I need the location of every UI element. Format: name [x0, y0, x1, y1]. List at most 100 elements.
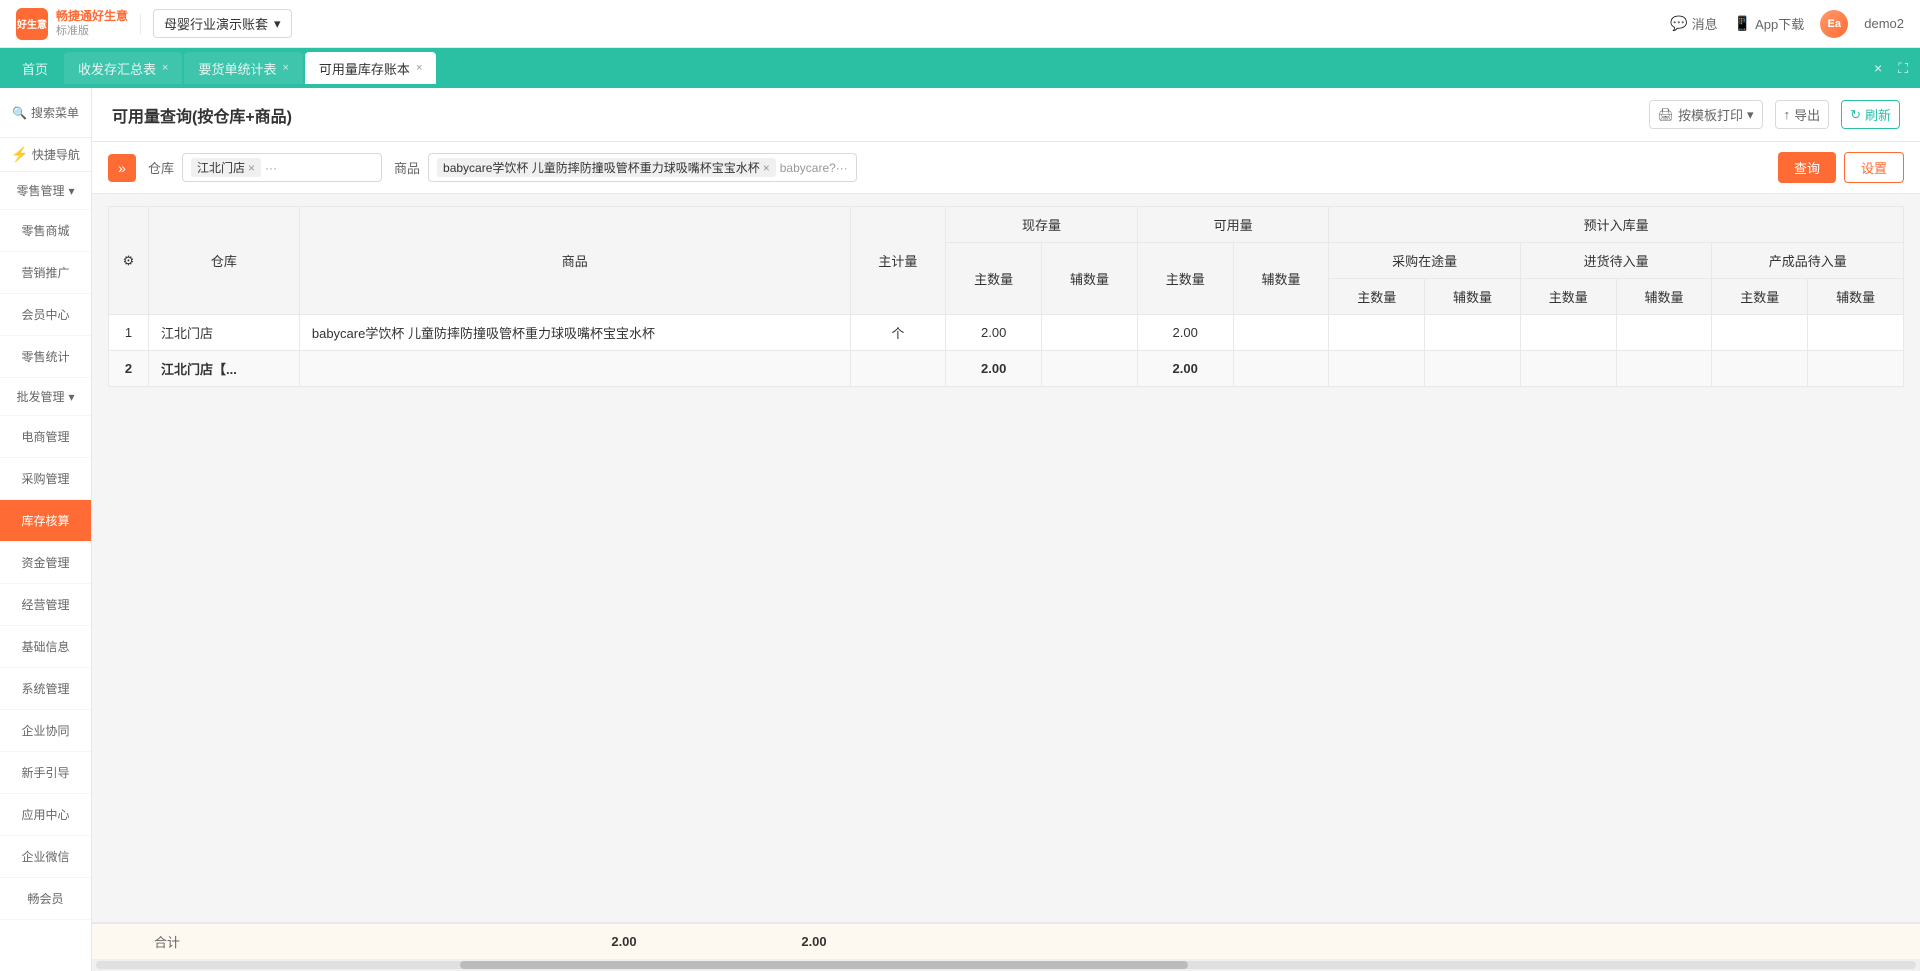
sidebar-item-member-center[interactable]: 会员中心	[0, 294, 91, 336]
tab-collect-pay-label: 收发存汇总表	[78, 59, 156, 78]
col-header-current-main-qty: 主数量	[946, 243, 1042, 315]
tab-available-stock[interactable]: 可用量库存账本	[305, 52, 436, 84]
sidebar-item-finance-mgmt[interactable]: 资金管理	[0, 542, 91, 584]
print-label: 按模板打印	[1678, 105, 1743, 124]
product-filter-input[interactable]: babycare学饮杯 儿童防摔防撞吸管杯重力球吸嘴杯宝宝水杯 × babyca…	[428, 153, 857, 182]
app-download-label: App下载	[1755, 14, 1804, 33]
scroll-thumb[interactable]	[460, 961, 1188, 969]
avatar-initials: Ea	[1828, 18, 1841, 30]
sidebar-item-new-guide[interactable]: 新手引导	[0, 752, 91, 794]
filter-bar: » 仓库 江北门店 × ··· 商品 babycare学饮杯 儿童防摔防撞吸管杯…	[92, 142, 1920, 194]
print-btn[interactable]: 按模板打印	[1649, 100, 1763, 129]
top-bar: 好生意 畅捷通好生意 标准版 母婴行业演示账套 消息 App下载 Ea demo…	[0, 0, 1920, 48]
filter-expand-btn[interactable]: »	[108, 154, 136, 182]
col-header-settings[interactable]	[109, 207, 149, 315]
tab-collect-pay[interactable]: 收发存汇总表	[64, 52, 182, 84]
col-header-available-aux-qty: 辅数量	[1233, 243, 1329, 315]
tab-collect-pay-close[interactable]	[162, 62, 168, 74]
scroll-track	[96, 961, 1916, 969]
col-header-incoming-pending: 进货待入量	[1520, 243, 1712, 279]
row-2-available-aux	[1233, 351, 1329, 387]
col-header-current-aux-qty: 辅数量	[1042, 243, 1138, 315]
app-download-btn[interactable]: App下载	[1734, 14, 1805, 33]
row-2-incoming-main	[1520, 351, 1616, 387]
print-chevron-icon	[1747, 107, 1754, 123]
sidebar-retail-mgmt-label: 零售管理	[16, 182, 64, 199]
sidebar-item-purchase-mgmt[interactable]: 采购管理	[0, 458, 91, 500]
sidebar-marketing-label: 营销推广	[21, 264, 69, 281]
wholesale-mgmt-chevron	[68, 390, 74, 404]
close-all-btn[interactable]: ×	[1870, 56, 1886, 80]
refresh-icon	[1850, 107, 1861, 123]
row-1-purchase-main	[1329, 315, 1425, 351]
sidebar-system-label: 系统管理	[21, 680, 69, 697]
industry-select-label: 母婴行业演示账套	[164, 14, 268, 33]
sidebar-item-retail-mall[interactable]: 零售商城	[0, 210, 91, 252]
sidebar-item-member-vip[interactable]: 畅会员	[0, 878, 91, 920]
row-2-index: 2	[109, 351, 149, 387]
sidebar-retail-stats-label: 零售统计	[21, 348, 69, 365]
sidebar-enterprise-wechat-label: 企业微信	[21, 848, 69, 865]
sidebar-item-system-mgmt[interactable]: 系统管理	[0, 668, 91, 710]
sidebar-item-business-mgmt[interactable]: 经营管理	[0, 584, 91, 626]
row-2-incoming-aux	[1616, 351, 1712, 387]
row-2-current-main: 2.00	[946, 351, 1042, 387]
sidebar-item-ecommerce-mgmt[interactable]: 电商管理	[0, 416, 91, 458]
sidebar-item-enterprise-collab[interactable]: 企业协同	[0, 710, 91, 752]
row-1-current-aux	[1042, 315, 1138, 351]
tab-order-stat-close[interactable]	[282, 62, 288, 74]
expand-icon: »	[118, 160, 126, 176]
sidebar-app-center-label: 应用中心	[21, 806, 69, 823]
warehouse-filter-label: 仓库	[148, 158, 174, 177]
product-tag-1-close[interactable]: ×	[763, 161, 770, 175]
fullscreen-btn[interactable]: ⛶	[1894, 56, 1912, 81]
horizontal-scrollbar[interactable]	[92, 959, 1920, 971]
chevron-down-icon	[274, 16, 281, 32]
query-btn[interactable]: 查询	[1778, 152, 1836, 183]
refresh-btn[interactable]: 刷新	[1841, 100, 1900, 129]
export-label: 导出	[1794, 105, 1820, 124]
refresh-label: 刷新	[1865, 105, 1891, 124]
col-production-pending-main: 主数量	[1712, 279, 1808, 315]
warehouse-filter-input[interactable]: 江北门店 × ···	[182, 153, 382, 182]
data-table: 仓库 商品 主计量 现存量 可用量 预计入库量 主数量 辅数量 主数量 辅数量 …	[108, 206, 1904, 387]
row-2-warehouse: 江北门店【...	[149, 351, 300, 387]
message-btn[interactable]: 消息	[1670, 14, 1717, 33]
tab-available-stock-close[interactable]	[416, 62, 422, 74]
row-1-current-main: 2.00	[946, 315, 1042, 351]
sidebar-item-marketing[interactable]: 营销推广	[0, 252, 91, 294]
product-tag-1: babycare学饮杯 儿童防摔防撞吸管杯重力球吸嘴杯宝宝水杯 ×	[437, 158, 776, 177]
product-filter-more[interactable]: babycare?···	[780, 161, 848, 175]
sidebar-item-basic-info[interactable]: 基础信息	[0, 626, 91, 668]
sidebar-item-enterprise-wechat[interactable]: 企业微信	[0, 836, 91, 878]
sidebar-item-retail-mgmt[interactable]: 零售管理	[0, 172, 91, 210]
quick-nav-btn[interactable]: 快捷导航	[0, 138, 91, 172]
avatar[interactable]: Ea	[1820, 10, 1848, 38]
page-actions: 按模板打印 导出 刷新	[1649, 100, 1901, 129]
user-name-label: demo2	[1864, 16, 1904, 31]
warehouse-filter-more[interactable]: ···	[265, 161, 277, 175]
warehouse-tag-1-close[interactable]: ×	[248, 161, 255, 175]
settings-btn[interactable]: 设置	[1844, 152, 1904, 183]
sidebar-item-inventory-check[interactable]: 库存核算	[0, 500, 91, 542]
row-1-available-aux	[1233, 315, 1329, 351]
logo-text: 畅捷通好生意 标准版	[56, 9, 128, 39]
sidebar-item-app-center[interactable]: 应用中心	[0, 794, 91, 836]
export-btn[interactable]: 导出	[1775, 100, 1830, 129]
row-2-product	[299, 351, 850, 387]
search-icon	[12, 106, 27, 120]
col-header-product: 商品	[299, 207, 850, 315]
col-header-current-stock: 现存量	[946, 207, 1138, 243]
sidebar-item-retail-stats[interactable]: 零售统计	[0, 336, 91, 378]
industry-select[interactable]: 母婴行业演示账套	[153, 9, 292, 38]
tab-order-stat-label: 要货单统计表	[198, 59, 276, 78]
gear-icon	[123, 253, 135, 268]
col-incoming-pending-aux: 辅数量	[1616, 279, 1712, 315]
tab-home[interactable]: 首页	[8, 52, 62, 84]
top-divider	[140, 14, 141, 34]
col-purchase-transit-aux: 辅数量	[1425, 279, 1521, 315]
search-menu-btn[interactable]: 搜索菜单	[8, 98, 83, 127]
user-name[interactable]: demo2	[1864, 16, 1904, 31]
sidebar-item-wholesale-mgmt[interactable]: 批发管理	[0, 378, 91, 416]
tab-order-stat[interactable]: 要货单统计表	[184, 52, 302, 84]
